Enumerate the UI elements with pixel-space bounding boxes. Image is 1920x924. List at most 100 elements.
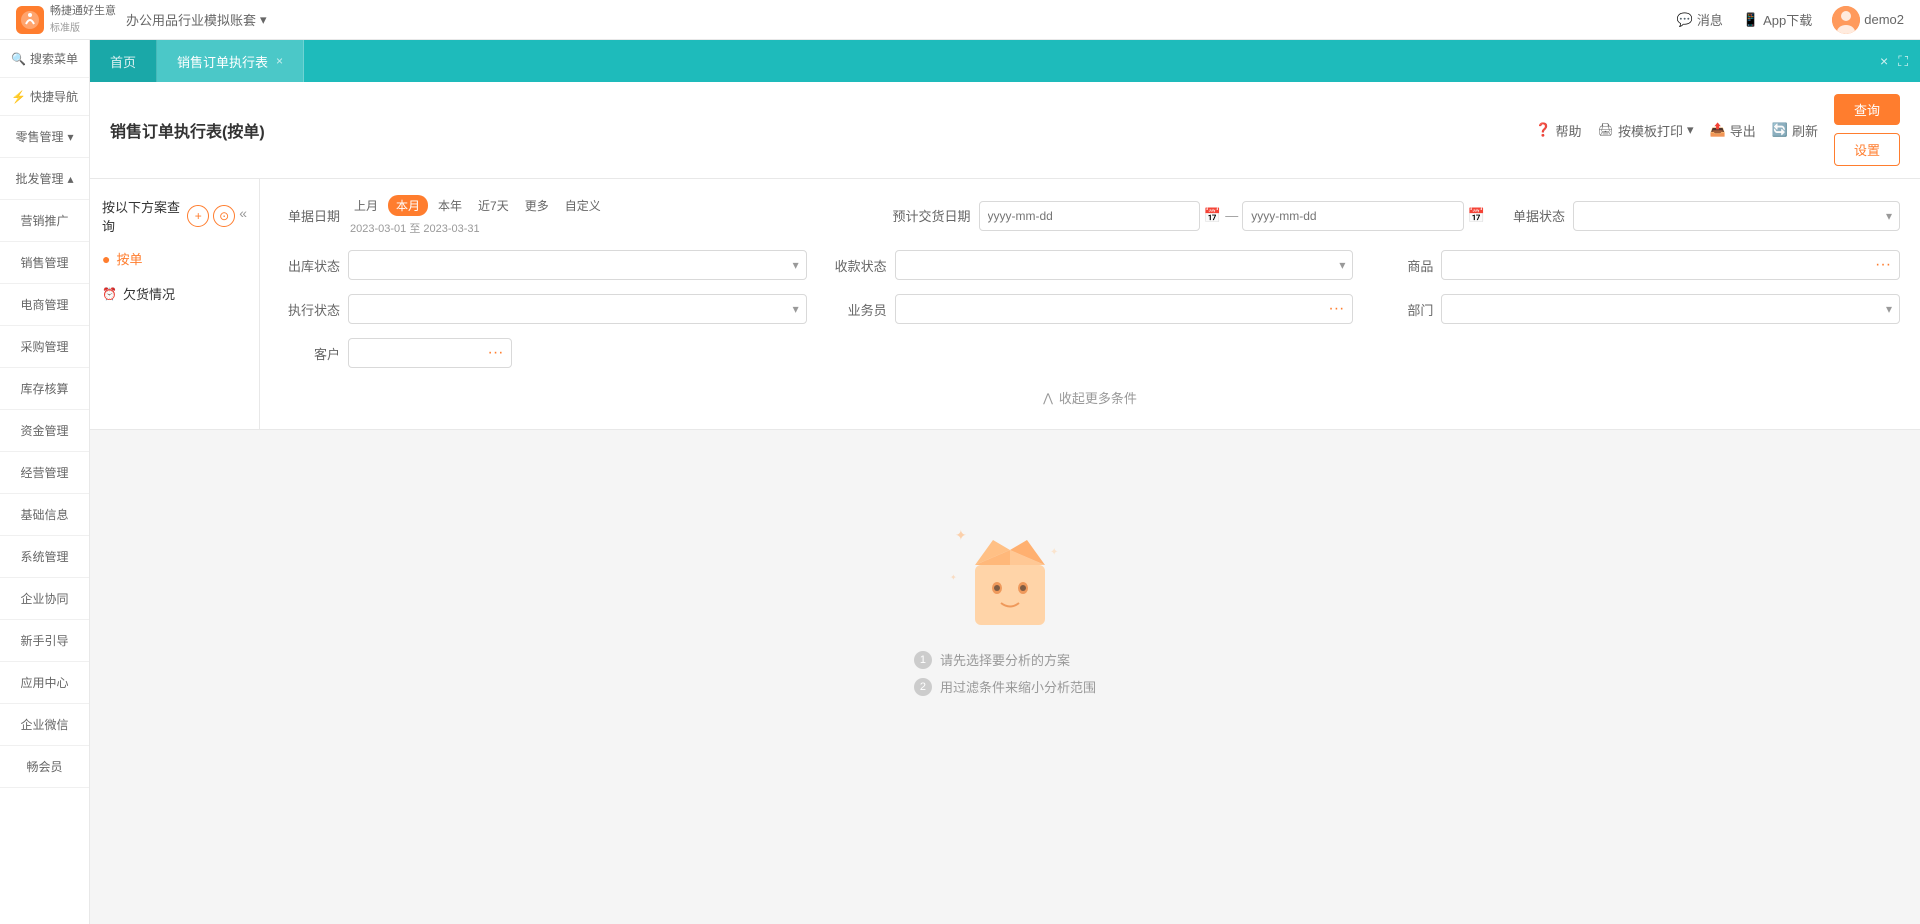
collapse-chevron-icon: ⋀ — [1043, 391, 1053, 405]
date-range-display: 2023-03-01 至 2023-03-31 — [348, 220, 873, 236]
copy-scheme-button[interactable]: ⊙ — [213, 205, 235, 227]
app-name-area: 畅捷通好生意 标准版 — [50, 5, 116, 33]
export-label: 导出 — [1730, 121, 1756, 140]
app-name: 畅捷通好生意 — [50, 5, 116, 18]
export-action[interactable]: 📤 导出 — [1710, 121, 1756, 140]
date-tab-custom[interactable]: 自定义 — [559, 195, 607, 216]
filter-field-salesperson: 业务员 ··· — [827, 294, 1354, 324]
expected-date-start[interactable] — [979, 201, 1200, 231]
date-tab-this-year[interactable]: 本年 — [432, 195, 468, 216]
hint-num-1: 1 — [914, 651, 932, 669]
sidebar-item-basic[interactable]: 基础信息 — [0, 494, 89, 536]
workspace-label: 办公用品行业模拟账套 — [126, 10, 256, 29]
date-tab-7days[interactable]: 近7天 — [472, 195, 515, 216]
filter-row-3: 执行状态 业务员 — [280, 294, 1900, 324]
goods-multi-select[interactable]: ··· — [1441, 250, 1900, 280]
tab-close-window-icon[interactable]: × — [1880, 53, 1888, 69]
collapse-conditions-button[interactable]: ⋀ 收起更多条件 — [280, 382, 1900, 413]
dept-control — [1441, 294, 1900, 324]
sidebar-item-marketing[interactable]: 营销推广 — [0, 200, 89, 242]
page-title: 销售订单执行表(按单) — [110, 118, 265, 142]
payment-select[interactable] — [895, 250, 1354, 280]
tab-bar-actions: × ⛶ — [1868, 40, 1920, 82]
sidebar-item-operations[interactable]: 经营管理 — [0, 452, 89, 494]
status-select[interactable] — [1573, 201, 1900, 231]
scheme-item-owed-goods[interactable]: ⏰ 欠货情况 — [90, 276, 259, 311]
tab-sales-exec[interactable]: 销售订单执行表 × — [157, 40, 304, 82]
template-print-action[interactable]: 🖨 按模板打印 ▾ — [1598, 121, 1694, 140]
app-download-label: App下载 — [1763, 10, 1812, 29]
date-tab-last-month[interactable]: 上月 — [348, 195, 384, 216]
sidebar-item-inventory[interactable]: 库存核算 — [0, 368, 89, 410]
sidebar-item-purchase[interactable]: 采购管理 — [0, 326, 89, 368]
sidebar-item-sales[interactable]: 销售管理 — [0, 242, 89, 284]
collapse-sidebar-button[interactable]: « — [239, 205, 247, 227]
setting-button[interactable]: 设置 — [1834, 133, 1900, 166]
filter-sidebar-title-text: 按以下方案查询 — [102, 197, 181, 235]
add-scheme-button[interactable]: + — [187, 205, 209, 227]
sidebar-item-quick-nav[interactable]: ⚡ 快捷导航 — [0, 78, 89, 116]
content-area: 首页 销售订单执行表 × × ⛶ 销售订单执行表(按单) ❓ 帮助 — [90, 40, 1920, 924]
sidebar-item-apps[interactable]: 应用中心 — [0, 662, 89, 704]
help-label: 帮助 — [1556, 121, 1582, 140]
customer-dots-icon[interactable]: ··· — [488, 344, 504, 362]
top-bar-left: 畅捷通好生意 标准版 办公用品行业模拟账套 ▾ — [16, 5, 267, 33]
sidebar-retail-label: 零售管理 — [15, 128, 63, 145]
sidebar-item-system[interactable]: 系统管理 — [0, 536, 89, 578]
message-action[interactable]: 💬 消息 — [1677, 10, 1723, 29]
status-select-wrap — [1573, 201, 1900, 231]
sidebar-item-finance[interactable]: 资金管理 — [0, 410, 89, 452]
user-area[interactable]: demo2 — [1832, 6, 1904, 34]
help-icon: ❓ — [1535, 122, 1551, 138]
workspace-selector[interactable]: 办公用品行业模拟账套 ▾ — [126, 10, 267, 29]
filter-field-date: 单据日期 上月 本月 本年 近7天 更多 自定义 20 — [280, 195, 873, 236]
scheme-item-by-order[interactable]: ● 按单 — [90, 241, 259, 276]
expected-date-end[interactable] — [1242, 201, 1463, 231]
tab-expand-icon[interactable]: ⛶ — [1898, 53, 1908, 70]
delivery-select[interactable] — [348, 250, 807, 280]
sidebar-enterprise-label: 企业协同 — [20, 590, 68, 607]
salesperson-dots-icon[interactable]: ··· — [1328, 300, 1344, 318]
hint-text-2: 用过滤条件来缩小分析范围 — [940, 677, 1096, 696]
page-header: 销售订单执行表(按单) ❓ 帮助 🖨 按模板打印 ▾ 📤 导出 — [90, 82, 1920, 179]
date-tab-this-month[interactable]: 本月 — [388, 195, 428, 216]
sidebar-apps-label: 应用中心 — [20, 674, 68, 691]
workspace-dropdown-icon: ▾ — [260, 12, 267, 28]
refresh-action[interactable]: 🔄 刷新 — [1772, 121, 1818, 140]
sidebar-item-newcomer[interactable]: 新手引导 — [0, 620, 89, 662]
dept-select[interactable] — [1441, 294, 1900, 324]
sidebar-item-ecommerce[interactable]: 电商管理 — [0, 284, 89, 326]
app-download-action[interactable]: 📱 App下载 — [1743, 10, 1812, 29]
scheme-by-order-label: 按单 — [116, 249, 142, 268]
sidebar-item-retail[interactable]: 零售管理 ▾ — [0, 116, 89, 158]
tab-close-icon[interactable]: × — [276, 54, 283, 68]
goods-label: 商品 — [1373, 256, 1433, 275]
sidebar-item-member[interactable]: 畅会员 — [0, 746, 89, 788]
help-action[interactable]: ❓ 帮助 — [1535, 121, 1581, 140]
svg-text:✦: ✦ — [955, 527, 967, 543]
payment-control — [895, 250, 1354, 280]
customer-multi-select[interactable]: ··· — [348, 338, 512, 368]
date-tab-more[interactable]: 更多 — [519, 195, 555, 216]
sidebar-item-wholesale[interactable]: 批发管理 ▴ — [0, 158, 89, 200]
template-print-arrow: ▾ — [1687, 122, 1694, 138]
query-button[interactable]: 查询 — [1834, 94, 1900, 125]
top-bar: 畅捷通好生意 标准版 办公用品行业模拟账套 ▾ 💬 消息 📱 App下载 — [0, 0, 1920, 40]
search-label: 搜索菜单 — [30, 50, 78, 67]
date-label: 单据日期 — [280, 206, 340, 225]
goods-control: ··· — [1441, 250, 1900, 280]
filter-sidebar: 按以下方案查询 + ⊙ « ● — [90, 179, 260, 429]
salesperson-multi-select[interactable]: ··· — [895, 294, 1354, 324]
dept-label: 部门 — [1373, 300, 1433, 319]
dept-select-wrap — [1441, 294, 1900, 324]
filter-sidebar-actions: + ⊙ « — [187, 205, 247, 227]
goods-dots-icon[interactable]: ··· — [1875, 256, 1891, 274]
sidebar-item-search[interactable]: 🔍 搜索菜单 — [0, 40, 89, 78]
sidebar-item-wechat[interactable]: 企业微信 — [0, 704, 89, 746]
exec-status-label: 执行状态 — [280, 300, 340, 319]
payment-select-wrap — [895, 250, 1354, 280]
tab-home[interactable]: 首页 — [90, 40, 157, 82]
exec-status-select[interactable] — [348, 294, 807, 324]
sidebar-item-enterprise[interactable]: 企业协同 — [0, 578, 89, 620]
search-icon: 🔍 — [11, 52, 26, 66]
